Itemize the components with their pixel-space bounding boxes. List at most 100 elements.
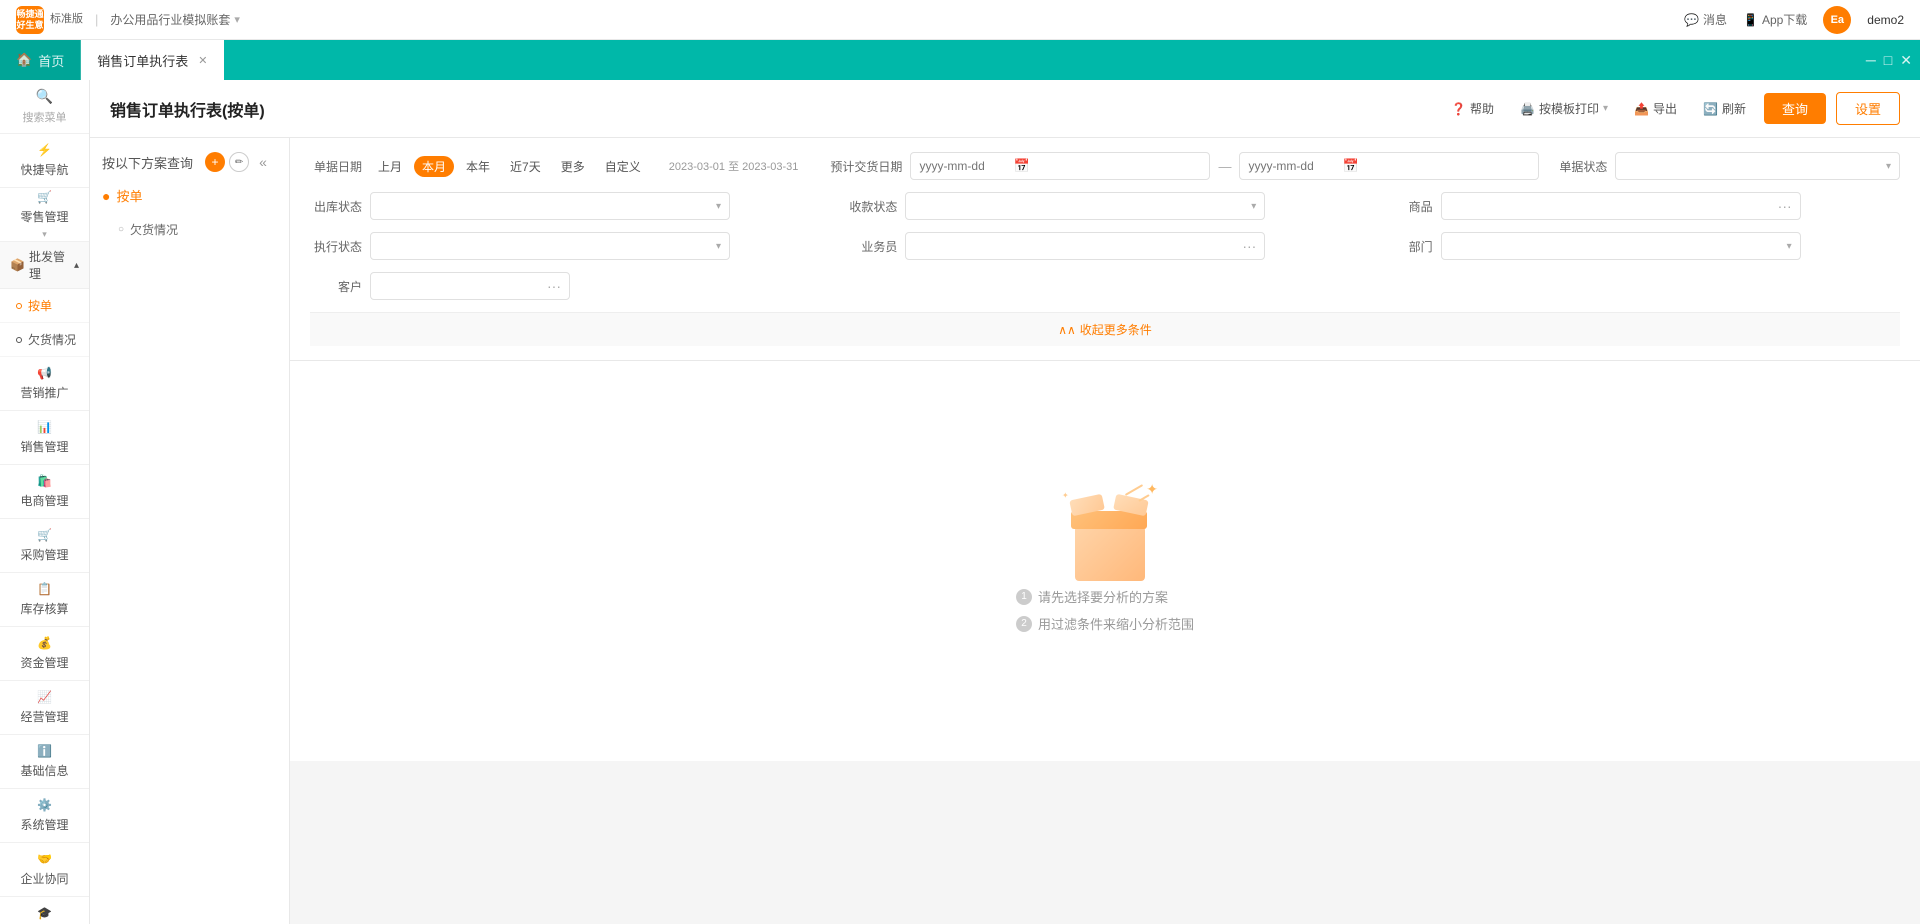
tab-close-icon[interactable]: ✕ [198,54,207,67]
breadcrumb[interactable]: 办公用品行业模拟账套 ▾ [110,11,240,28]
right-panel: 单据日期 上月 本月 本年 近7天 更多 自定义 2023-03-01 至 20… [290,138,1920,924]
window-close-icon[interactable]: ✕ [1900,52,1912,69]
add-scheme-button[interactable]: + [205,152,225,172]
product-label: 商品 [1381,198,1433,215]
sales-icon: 📊 [37,420,52,434]
breadcrumb-separator: | [95,12,98,27]
expected-date-from-input[interactable] [919,159,1009,173]
sidebar-item-newbie[interactable]: 🎓 新手引导 [0,897,89,924]
expected-date-from-control[interactable]: 📅 [910,152,1210,180]
sidebar-sub-item-press-order[interactable]: 按单 [0,289,89,323]
sidebar-item-sales-mgmt[interactable]: 📊 销售管理 [0,411,89,465]
export-button[interactable]: 📤 导出 [1626,96,1685,121]
search-label: 搜索菜单 [23,109,67,125]
sub-scheme-item-overdue[interactable]: ○ 欠货情况 [90,213,289,246]
collapse-more-button[interactable]: ∧∧ 收起更多条件 [310,312,1900,346]
sidebar-item-operations[interactable]: 📈 经营管理 [0,681,89,735]
expected-date-to-control[interactable]: 📅 [1239,152,1539,180]
date-tab-custom[interactable]: 自定义 [597,156,649,177]
tab-sales-order-table[interactable]: 销售订单执行表 ✕ [81,40,224,80]
sidebar-item-inventory[interactable]: 📋 库存核算 [0,573,89,627]
quick-nav-icon: ⚡ [37,143,52,157]
sidebar-item-label: 企业协同 [20,870,68,887]
window-minimize-icon[interactable]: ─ [1866,52,1876,68]
sidebar-item-enterprise[interactable]: 🤝 企业协同 [0,843,89,897]
scheme-active-icon: ● [102,188,110,204]
filter-item-out-status: 出库状态 ▾ [310,192,829,220]
customer-label: 客户 [310,278,362,295]
home-icon: 🏠 [16,52,32,68]
sidebar-item-system[interactable]: ⚙️ 系统管理 [0,789,89,843]
scheme-dot-icon: ○ [118,224,124,235]
help-button[interactable]: ❓ 帮助 [1443,96,1502,121]
out-status-label: 出库状态 [310,198,362,215]
chevron-down-icon: ▾ [42,229,47,240]
receipt-status-control[interactable]: ▾ [905,192,1265,220]
sidebar-item-label: 批发管理 [29,248,74,282]
scheme-label: 按单 [116,186,142,205]
date-tab-more[interactable]: 更多 [553,156,593,177]
sidebar-sub-item-overdue[interactable]: 欠货情况 [0,323,89,357]
customer-control[interactable]: ··· [370,272,570,300]
date-tab-last-7-days[interactable]: 近7天 [502,156,549,177]
template-print-button[interactable]: 🖨️ 按模板打印 ▾ [1512,96,1616,121]
inventory-icon: 📋 [37,582,52,596]
message-button[interactable]: 💬 消息 [1684,11,1727,28]
scheme-item-press-order[interactable]: ● 按单 [90,178,289,213]
enterprise-icon: 🤝 [37,852,52,866]
sidebar-item-retail[interactable]: 🛒 零售管理 ▾ [0,188,89,242]
filter-item-status: 单据状态 ▾ [1555,152,1900,180]
chevron-down-icon-5: ▾ [1787,241,1792,252]
edit-scheme-button[interactable]: ✏ [229,152,249,172]
date-range-text: 2023-03-01 至 2023-03-31 [669,158,799,174]
sidebar-item-ecommerce[interactable]: 🛍️ 电商管理 [0,465,89,519]
query-button[interactable]: 查询 [1764,93,1826,124]
data-area: ✦ ✦ 1 请先选择要分析的方案 [290,361,1920,761]
sidebar-item-label: 系统管理 [20,816,68,833]
sidebar-search[interactable]: 🔍 搜索菜单 [0,80,89,134]
sidebar-item-finance[interactable]: 💰 资金管理 [0,627,89,681]
export-icon: 📤 [1634,102,1649,116]
department-control[interactable]: ▾ [1441,232,1801,260]
tab-home[interactable]: 🏠 首页 [0,40,81,80]
finance-icon: 💰 [37,636,52,650]
empty-steps: 1 请先选择要分析的方案 2 用过滤条件来缩小分析范围 [1016,587,1194,641]
sidebar-item-label: 资金管理 [20,654,68,671]
username: demo2 [1867,13,1904,27]
sidebar-item-basic-info[interactable]: ℹ️ 基础信息 [0,735,89,789]
date-tab-last-month[interactable]: 上月 [370,156,410,177]
settings-button[interactable]: 设置 [1836,92,1900,125]
newbie-icon: 🎓 [37,906,52,920]
sidebar-item-marketing[interactable]: 📢 营销推广 [0,357,89,411]
help-icon: ❓ [1451,102,1466,116]
exec-status-control[interactable]: ▾ [370,232,730,260]
sidebar-item-label: 经营管理 [20,708,68,725]
window-maximize-icon[interactable]: □ [1884,52,1892,68]
avatar: Ea [1823,6,1851,34]
product-control[interactable]: ··· [1441,192,1801,220]
sidebar-item-quick-nav[interactable]: ⚡ 快捷导航 [0,134,89,188]
topbar-right: 💬 消息 📱 App下载 Ea demo2 [1684,6,1904,34]
app-download-button[interactable]: 📱 App下载 [1743,11,1807,28]
sidebar-item-label: 欠货情况 [28,331,76,348]
salesperson-control[interactable]: ··· [905,232,1265,260]
expected-date-to-input[interactable] [1248,159,1338,173]
refresh-button[interactable]: 🔄 刷新 [1695,96,1754,121]
sidebar-item-wholesale[interactable]: 📦 批发管理 ▴ [0,242,89,289]
nav-right-icons: ─ □ ✕ [1866,52,1920,69]
date-tab-this-year[interactable]: 本年 [458,156,498,177]
date-tab-this-month[interactable]: 本月 [414,156,454,177]
filter-item-customer: 客户 ··· [310,272,570,300]
chevron-down-icon: ▾ [1603,103,1608,114]
status-control[interactable]: ▾ [1615,152,1900,180]
filter-item-exec-status: 执行状态 ▾ [310,232,829,260]
collapse-left-panel-button[interactable]: « [253,152,273,172]
system-icon: ⚙️ [37,798,52,812]
filter-row-3: 执行状态 ▾ 业务员 ··· 部门 [310,232,1900,260]
sidebar-item-purchase[interactable]: 🛒 采购管理 [0,519,89,573]
print-icon: 🖨️ [1520,102,1535,116]
sidebar: 🔍 搜索菜单 ⚡ 快捷导航 🛒 零售管理 ▾ 📦 批发管理 ▴ 按单 欠货情况 … [0,80,90,924]
left-panel-header: 按以下方案查询 + ✏ « [90,146,289,178]
left-panel-title: 按以下方案查询 [102,153,193,172]
out-status-control[interactable]: ▾ [370,192,730,220]
